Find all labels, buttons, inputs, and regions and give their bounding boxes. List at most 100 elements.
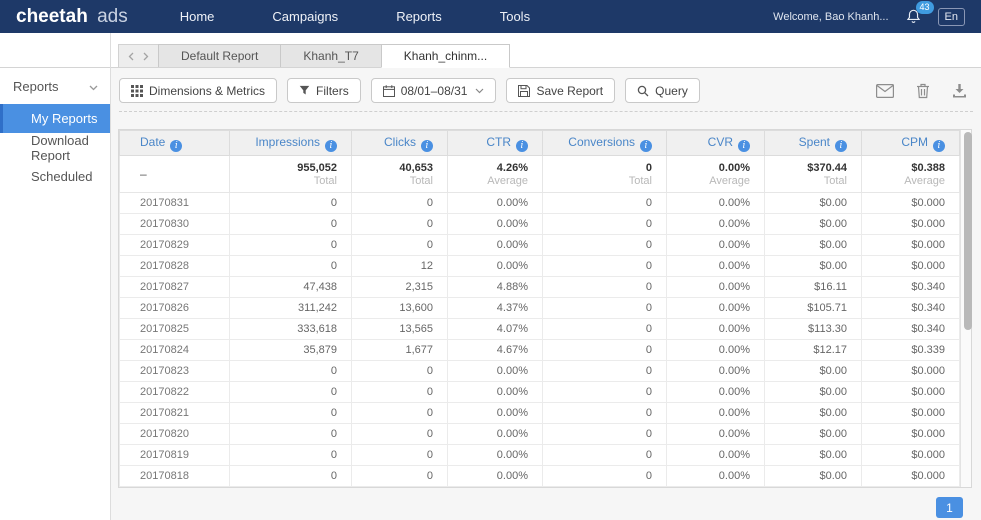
column-header-ctr[interactable]: CTR i	[447, 130, 543, 156]
dimensions-metrics-label: Dimensions & Metrics	[149, 83, 266, 98]
info-icon[interactable]: i	[421, 139, 433, 152]
date-range-label: 08/01–08/31	[400, 83, 468, 98]
notification-badge: 43	[915, 1, 934, 14]
brand-bold: cheetah	[16, 5, 88, 27]
value-cell: 0	[542, 297, 667, 319]
nav-home[interactable]: Home	[180, 9, 215, 24]
info-icon[interactable]: i	[170, 139, 183, 152]
value-cell: $0.000	[861, 381, 960, 403]
column-header-date[interactable]: Date i	[119, 130, 230, 156]
value-cell: 0.00%	[666, 444, 765, 466]
tab-default-report[interactable]: Default Report	[158, 44, 282, 67]
notifications-button[interactable]: 43	[905, 1, 934, 25]
value-cell: 0.00%	[447, 234, 543, 256]
column-header-cpm[interactable]: CPM i	[861, 130, 960, 156]
totals-cell: 0.00% Average	[666, 155, 765, 193]
scrollbar-thumb[interactable]	[964, 132, 972, 330]
table-row: 20170827 47,438 2,315 4.88% 0 0.00% $16.11 $0.3…	[119, 276, 960, 298]
value-cell: 0.00%	[447, 255, 543, 277]
value-cell: 12	[351, 255, 448, 277]
value-cell: $0.000	[861, 402, 960, 424]
column-header-conversions[interactable]: Conversions i	[542, 130, 667, 156]
info-icon[interactable]: i	[516, 139, 528, 152]
value-cell: 4.67%	[447, 339, 543, 361]
sidebar-section-label: Reports	[13, 79, 59, 94]
sidebar-item-scheduled[interactable]: Scheduled	[0, 162, 110, 191]
column-label: Impressions	[255, 134, 320, 149]
value-cell: $0.00	[764, 192, 862, 214]
sidebar: Reports My Reports Download Report Sched…	[0, 33, 111, 520]
sidebar-item-my-reports[interactable]: My Reports	[0, 104, 110, 133]
totals-cell: 40,653 Total	[351, 155, 448, 193]
column-label: Spent	[798, 134, 830, 149]
value-cell: 0	[229, 444, 352, 466]
value-cell: 0	[351, 381, 448, 403]
value-cell: $0.000	[861, 444, 960, 466]
column-header-cvr[interactable]: CVR i	[666, 130, 765, 156]
table-row: 20170829 0 0 0.00% 0 0.00% $0.00 $0.000	[119, 234, 960, 256]
totals-cell: 955,052 Total	[229, 155, 352, 193]
value-cell: 0	[351, 234, 448, 256]
mail-icon[interactable]	[876, 83, 894, 98]
value-cell: $16.11	[764, 276, 862, 298]
date-cell: 20170823	[119, 360, 230, 382]
tab-scroll-left-icon[interactable]	[128, 52, 134, 61]
nav-tools[interactable]: Tools	[500, 9, 530, 24]
value-cell: 0.00%	[666, 297, 765, 319]
nav-reports[interactable]: Reports	[396, 9, 442, 24]
sidebar-section-reports[interactable]: Reports	[0, 68, 110, 104]
value-cell: 0.00%	[666, 318, 765, 340]
tab-scroll-right-icon[interactable]	[143, 52, 149, 61]
info-icon[interactable]: i	[835, 139, 847, 152]
dimensions-metrics-button[interactable]: Dimensions & Metrics	[119, 78, 278, 103]
info-icon[interactable]: i	[325, 139, 337, 152]
date-cell: 20170821	[119, 402, 230, 424]
chevron-down-icon	[475, 88, 484, 94]
tab-khanh-t7[interactable]: Khanh_T7	[280, 44, 382, 67]
table-scrollbar[interactable]	[960, 130, 972, 487]
value-cell: 0	[542, 402, 667, 424]
sidebar-item-download-report[interactable]: Download Report	[0, 133, 110, 163]
filter-funnel-icon	[299, 85, 310, 96]
value-cell: 0.00%	[666, 360, 765, 382]
table-row: 20170828 0 12 0.00% 0 0.00% $0.00 $0.000	[119, 255, 960, 277]
value-cell: 35,879	[229, 339, 352, 361]
value-cell: 0.00%	[666, 276, 765, 298]
value-cell: $0.00	[764, 213, 862, 235]
brand-logo[interactable]: cheetah ads	[16, 6, 128, 28]
value-cell: 333,618	[229, 318, 352, 340]
language-selector[interactable]: En	[937, 7, 965, 26]
trash-icon[interactable]	[916, 83, 930, 99]
info-icon[interactable]: i	[640, 139, 652, 152]
column-label: Clicks	[384, 134, 416, 149]
download-icon[interactable]	[952, 83, 967, 98]
date-cell: 20170820	[119, 423, 230, 445]
pagination-page-1[interactable]: 1	[936, 497, 963, 518]
nav-campaigns[interactable]: Campaigns	[272, 9, 338, 24]
value-cell: $0.000	[861, 255, 960, 277]
value-cell: $0.000	[861, 423, 960, 445]
filters-button[interactable]: Filters	[287, 78, 361, 103]
value-cell: $0.00	[764, 255, 862, 277]
save-report-label: Save Report	[536, 83, 604, 98]
column-header-spent[interactable]: Spent i	[764, 130, 862, 156]
save-report-button[interactable]: Save Report	[506, 78, 616, 103]
report-table: Date i Impressions i Clicks i CTR i Conversions i…	[119, 130, 960, 487]
welcome-text[interactable]: Welcome, Bao Khanh...	[773, 11, 888, 23]
search-icon	[637, 85, 649, 97]
table-row: 20170822 0 0 0.00% 0 0.00% $0.00 $0.000	[119, 381, 960, 403]
totals-date-cell: –	[119, 155, 230, 193]
info-icon[interactable]: i	[933, 139, 945, 152]
value-cell: 0.00%	[666, 339, 765, 361]
date-range-button[interactable]: 08/01–08/31	[370, 78, 497, 103]
query-button[interactable]: Query	[625, 78, 700, 103]
info-icon[interactable]: i	[738, 139, 750, 152]
value-cell: 0.00%	[666, 423, 765, 445]
value-cell: 0	[229, 423, 352, 445]
tab-khanh-chinm[interactable]: Khanh_chinm...	[380, 44, 511, 68]
column-header-impressions[interactable]: Impressions i	[229, 130, 352, 156]
value-cell: 0	[542, 465, 667, 487]
value-cell: $0.340	[861, 297, 960, 319]
value-cell: 13,565	[351, 318, 448, 340]
column-header-clicks[interactable]: Clicks i	[351, 130, 448, 156]
